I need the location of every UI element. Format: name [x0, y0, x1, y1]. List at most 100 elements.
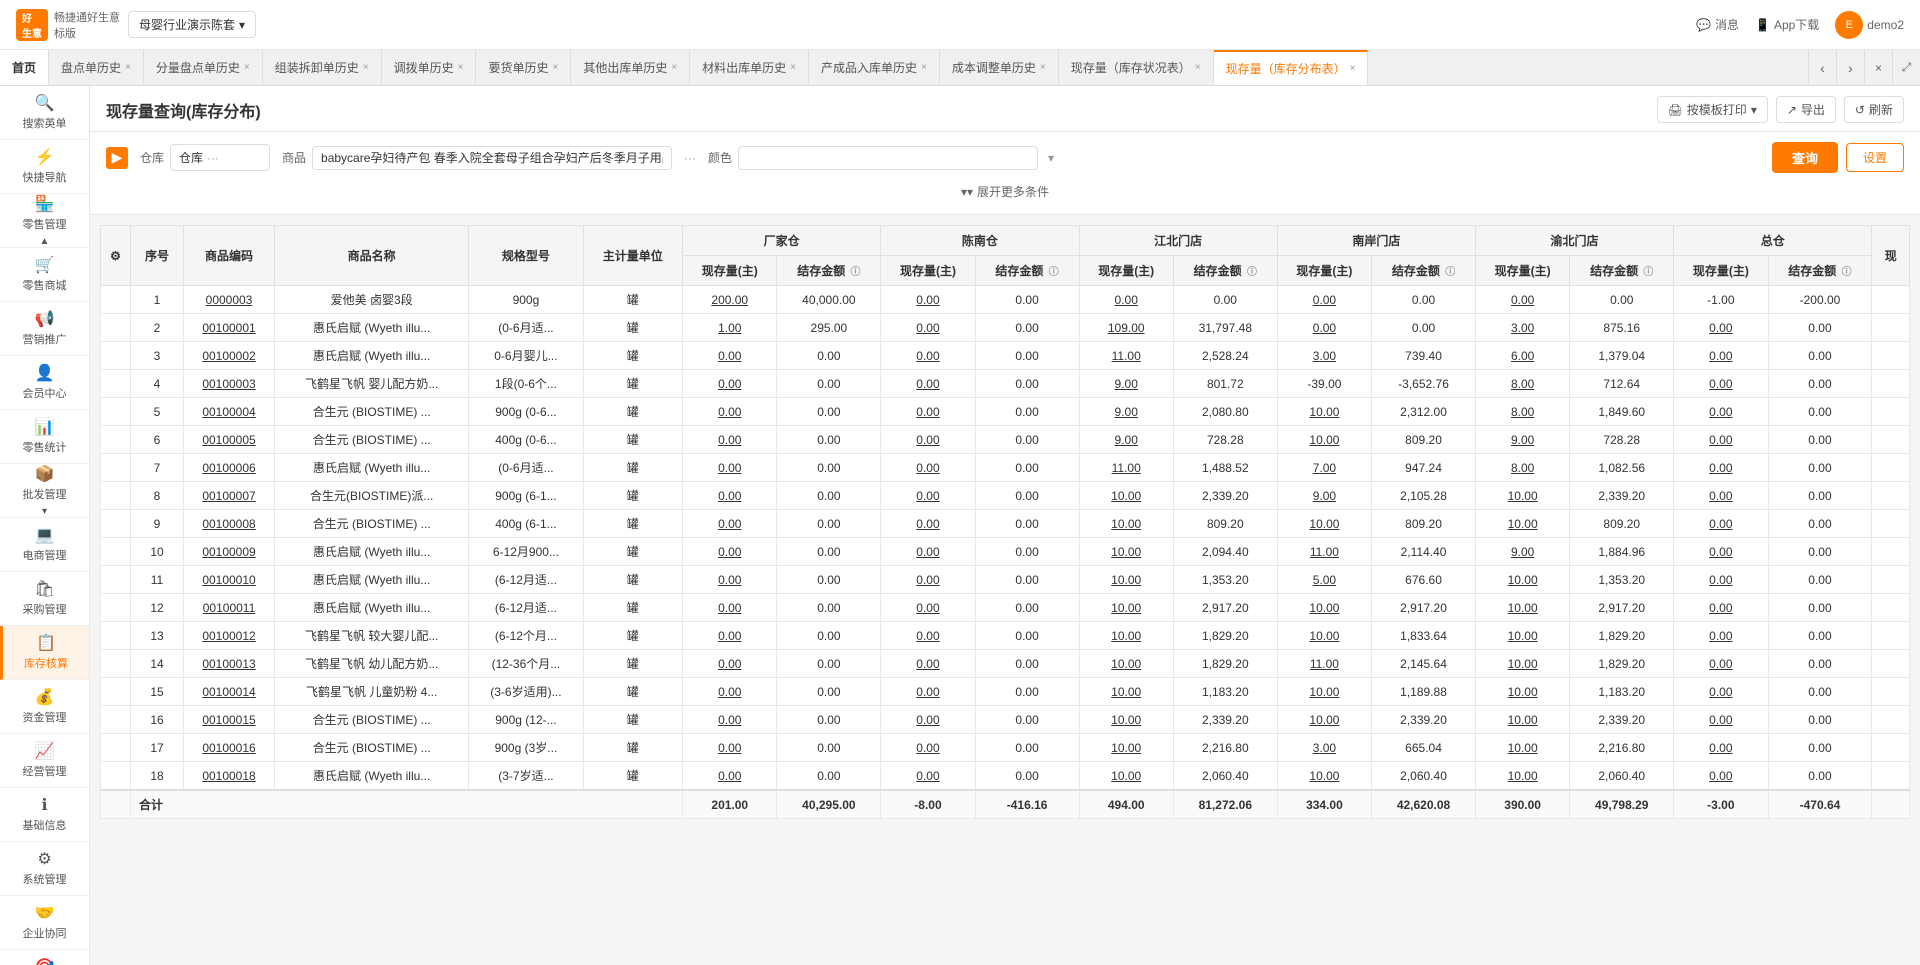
- row-total-stock[interactable]: 0.00: [1674, 482, 1768, 510]
- row-gear[interactable]: [101, 482, 131, 510]
- row-yubeimen-stock[interactable]: 10.00: [1475, 482, 1569, 510]
- row-nanan-stock[interactable]: 10.00: [1277, 426, 1371, 454]
- row-total-stock[interactable]: 0.00: [1674, 762, 1768, 791]
- nav-prev-btn[interactable]: ‹: [1808, 50, 1836, 86]
- tab-chanchengru[interactable]: 产成品入库单历史 ×: [809, 50, 940, 86]
- row-chennan-stock[interactable]: 0.00: [881, 398, 975, 426]
- row-chennan-stock[interactable]: 0.00: [881, 370, 975, 398]
- row-nanan-stock[interactable]: 11.00: [1277, 538, 1371, 566]
- row-jiangbei-stock[interactable]: 11.00: [1079, 342, 1173, 370]
- row-code[interactable]: 00100002: [184, 342, 275, 370]
- row-yubeimen-stock[interactable]: 10.00: [1475, 594, 1569, 622]
- row-gear[interactable]: [101, 454, 131, 482]
- row-gear[interactable]: [101, 622, 131, 650]
- row-gear[interactable]: [101, 650, 131, 678]
- tab-zuzhechaixie[interactable]: 组装拆卸单历史 ×: [263, 50, 382, 86]
- row-gear[interactable]: [101, 510, 131, 538]
- row-code[interactable]: 00100001: [184, 314, 275, 342]
- close-icon[interactable]: ×: [1350, 63, 1356, 74]
- row-chennan-stock[interactable]: 0.00: [881, 650, 975, 678]
- row-gear[interactable]: [101, 314, 131, 342]
- row-chennan-stock[interactable]: 0.00: [881, 734, 975, 762]
- sidebar-item-retail-shop[interactable]: 🛒 零售商城: [0, 248, 89, 302]
- row-yubeimen-stock[interactable]: 10.00: [1475, 762, 1569, 791]
- row-nanan-stock[interactable]: 3.00: [1277, 734, 1371, 762]
- row-code[interactable]: 00100018: [184, 762, 275, 791]
- row-gear[interactable]: [101, 734, 131, 762]
- row-code[interactable]: 00100003: [184, 370, 275, 398]
- sidebar-item-marketing[interactable]: 📢 营销推广: [0, 302, 89, 356]
- row-jiangbei-stock[interactable]: 0.00: [1079, 286, 1173, 314]
- row-nanan-stock[interactable]: 9.00: [1277, 482, 1371, 510]
- sidebar-item-wholesale[interactable]: 📦 批发管理 ▾: [0, 464, 89, 518]
- row-chennan-stock[interactable]: 0.00: [881, 426, 975, 454]
- row-factory-stock[interactable]: 0.00: [683, 566, 777, 594]
- row-total-stock[interactable]: 0.00: [1674, 622, 1768, 650]
- row-factory-stock[interactable]: 0.00: [683, 762, 777, 791]
- row-factory-stock[interactable]: 0.00: [683, 678, 777, 706]
- sidebar-item-basic[interactable]: ℹ 基础信息: [0, 788, 89, 842]
- close-icon[interactable]: ×: [1040, 62, 1046, 73]
- row-nanan-stock[interactable]: 7.00: [1277, 454, 1371, 482]
- sidebar-item-retail-mgmt[interactable]: 🏪 零售管理 ▲: [0, 194, 89, 248]
- sidebar-item-ecommerce[interactable]: 💻 电商管理: [0, 518, 89, 572]
- row-jiangbei-stock[interactable]: 10.00: [1079, 482, 1173, 510]
- tab-chengben[interactable]: 成本调整单历史 ×: [940, 50, 1059, 86]
- tab-qitachuku[interactable]: 其他出库单历史 ×: [571, 50, 690, 86]
- row-total-stock[interactable]: 0.00: [1674, 678, 1768, 706]
- row-factory-stock[interactable]: 0.00: [683, 426, 777, 454]
- nav-next-btn[interactable]: ›: [1836, 50, 1864, 86]
- export-btn[interactable]: ↗ 导出: [1776, 96, 1836, 123]
- refresh-btn[interactable]: ↺ 刷新: [1844, 96, 1904, 123]
- row-nanan-stock[interactable]: 10.00: [1277, 706, 1371, 734]
- row-code[interactable]: 00100007: [184, 482, 275, 510]
- close-icon[interactable]: ×: [921, 62, 927, 73]
- app-download-btn[interactable]: 📱 App下载: [1755, 16, 1819, 33]
- row-chennan-stock[interactable]: 0.00: [881, 594, 975, 622]
- row-nanan-stock[interactable]: 11.00: [1277, 650, 1371, 678]
- row-factory-stock[interactable]: 200.00: [683, 286, 777, 314]
- row-code[interactable]: 00100005: [184, 426, 275, 454]
- row-gear[interactable]: [101, 594, 131, 622]
- row-factory-stock[interactable]: 0.00: [683, 510, 777, 538]
- row-code[interactable]: 00100015: [184, 706, 275, 734]
- row-chennan-stock[interactable]: 0.00: [881, 454, 975, 482]
- row-factory-stock[interactable]: 0.00: [683, 594, 777, 622]
- row-code[interactable]: 00100008: [184, 510, 275, 538]
- row-jiangbei-stock[interactable]: 9.00: [1079, 398, 1173, 426]
- tab-home[interactable]: 首页: [0, 50, 49, 86]
- row-gear[interactable]: [101, 370, 131, 398]
- row-factory-stock[interactable]: 0.00: [683, 370, 777, 398]
- th-gear[interactable]: ⚙: [101, 226, 131, 286]
- sidebar-item-search[interactable]: 🔍 搜索英单: [0, 86, 89, 140]
- row-code[interactable]: 00100014: [184, 678, 275, 706]
- row-yubeimen-stock[interactable]: 9.00: [1475, 426, 1569, 454]
- row-total-stock[interactable]: 0.00: [1674, 706, 1768, 734]
- sidebar-item-collab[interactable]: 🤝 企业协同: [0, 896, 89, 950]
- row-total-stock[interactable]: 0.00: [1674, 342, 1768, 370]
- row-jiangbei-stock[interactable]: 10.00: [1079, 678, 1173, 706]
- row-nanan-stock[interactable]: 10.00: [1277, 678, 1371, 706]
- sidebar-item-guide[interactable]: 🎯 新手引导: [0, 950, 89, 965]
- row-gear[interactable]: [101, 342, 131, 370]
- row-jiangbei-stock[interactable]: 10.00: [1079, 538, 1173, 566]
- row-yubeimen-stock[interactable]: 9.00: [1475, 538, 1569, 566]
- row-gear[interactable]: [101, 762, 131, 791]
- sidebar-item-retail-stats[interactable]: 📊 零售统计: [0, 410, 89, 464]
- row-chennan-stock[interactable]: 0.00: [881, 314, 975, 342]
- row-total-stock[interactable]: 0.00: [1674, 454, 1768, 482]
- sidebar-item-nav[interactable]: ⚡ 快捷导航: [0, 140, 89, 194]
- row-chennan-stock[interactable]: 0.00: [881, 342, 975, 370]
- row-nanan-stock[interactable]: 10.00: [1277, 762, 1371, 791]
- tab-yaohuo[interactable]: 要货单历史 ×: [476, 50, 571, 86]
- row-chennan-stock[interactable]: 0.00: [881, 482, 975, 510]
- row-total-stock[interactable]: 0.00: [1674, 510, 1768, 538]
- row-yubeimen-stock[interactable]: 8.00: [1475, 370, 1569, 398]
- tab-diaobodan[interactable]: 调拨单历史 ×: [382, 50, 477, 86]
- row-factory-stock[interactable]: 0.00: [683, 398, 777, 426]
- store-selector[interactable]: 母婴行业演示陈套 ▾: [128, 11, 256, 38]
- nav-close-all-btn[interactable]: ×: [1864, 50, 1892, 86]
- info-icon[interactable]: ⓘ: [1842, 267, 1852, 278]
- row-yubeimen-stock[interactable]: 6.00: [1475, 342, 1569, 370]
- row-nanan-stock[interactable]: 5.00: [1277, 566, 1371, 594]
